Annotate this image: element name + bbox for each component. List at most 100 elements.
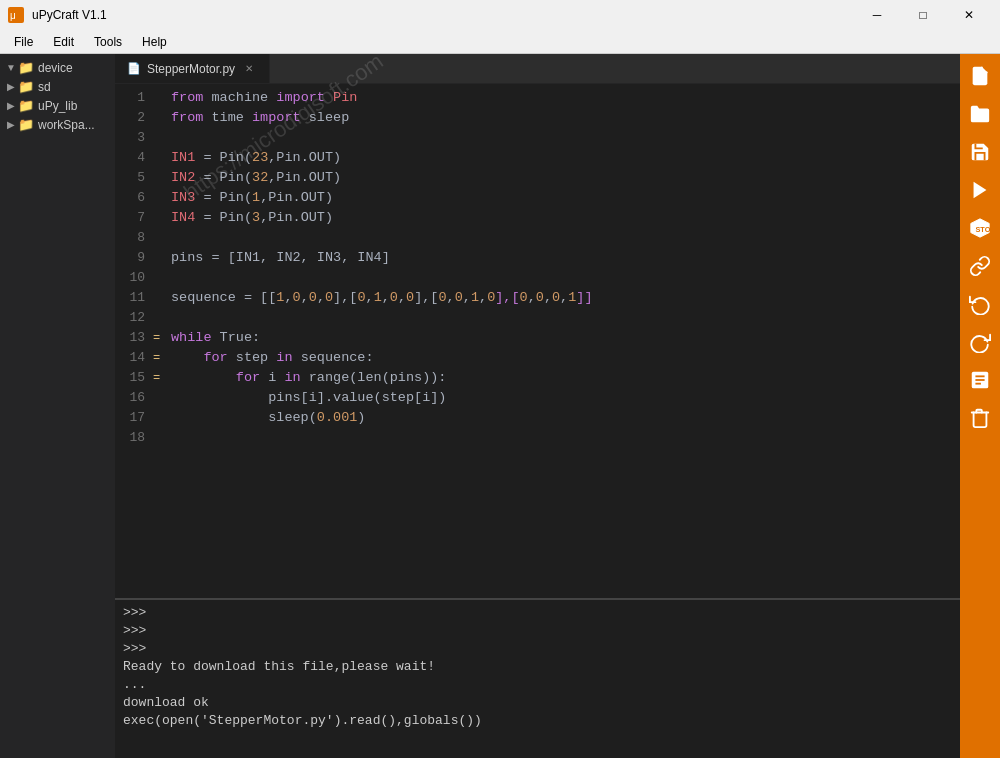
redo-button[interactable] bbox=[962, 324, 998, 360]
line-number: 15 bbox=[115, 368, 153, 388]
line-content: while True: bbox=[167, 328, 260, 348]
delete-button[interactable] bbox=[962, 400, 998, 436]
line-content: for step in sequence: bbox=[167, 348, 374, 368]
line-number: 12 bbox=[115, 308, 153, 328]
terminal-line: ... bbox=[123, 676, 952, 694]
line-content: from time import sleep bbox=[167, 108, 349, 128]
line-indicator: = bbox=[153, 348, 167, 368]
stop-button[interactable]: STOP bbox=[962, 210, 998, 246]
arrow-icon-sd: ▶ bbox=[4, 81, 18, 92]
stop-icon: STOP bbox=[969, 217, 991, 239]
line-content: IN3 = Pin(1,Pin.OUT) bbox=[167, 188, 333, 208]
undo-button[interactable] bbox=[962, 286, 998, 322]
line-number: 7 bbox=[115, 208, 153, 228]
maximize-button[interactable]: □ bbox=[900, 0, 946, 30]
line-number: 8 bbox=[115, 228, 153, 248]
sidebar-item-device[interactable]: ▼ 📁 device bbox=[0, 58, 115, 77]
sidebar-item-sd[interactable]: ▶ 📁 sd bbox=[0, 77, 115, 96]
tab-bar: 📄 StepperMotor.py ✕ bbox=[115, 54, 960, 84]
new-file-icon bbox=[969, 65, 991, 87]
save-file-button[interactable] bbox=[962, 134, 998, 170]
code-line: 9 pins = [IN1, IN2, IN3, IN4] bbox=[115, 248, 960, 268]
folder-icon-upylib: 📁 bbox=[18, 98, 34, 113]
code-line: 2 from time import sleep bbox=[115, 108, 960, 128]
code-line: 18 bbox=[115, 428, 960, 448]
sidebar-item-workspace[interactable]: ▶ 📁 workSpa... bbox=[0, 115, 115, 134]
line-number: 13 bbox=[115, 328, 153, 348]
tab-steppermotor[interactable]: 📄 StepperMotor.py ✕ bbox=[115, 54, 270, 83]
svg-text:STOP: STOP bbox=[975, 225, 991, 234]
menu-help[interactable]: Help bbox=[132, 33, 177, 51]
line-number: 11 bbox=[115, 288, 153, 308]
sidebar-label-workspace: workSpa... bbox=[38, 118, 95, 132]
line-number: 17 bbox=[115, 408, 153, 428]
content-area: https://microdigisoft.com 📄 StepperMotor… bbox=[115, 54, 960, 758]
app-icon: μ bbox=[8, 7, 24, 23]
code-line: 4IN1 = Pin(23,Pin.OUT) bbox=[115, 148, 960, 168]
new-file-button[interactable] bbox=[962, 58, 998, 94]
beautify-button[interactable] bbox=[962, 362, 998, 398]
folder-icon: 📁 bbox=[18, 60, 34, 75]
terminal-line: download ok bbox=[123, 694, 952, 712]
menu-bar: File Edit Tools Help bbox=[0, 30, 1000, 54]
sidebar-label-device: device bbox=[38, 61, 73, 75]
code-line: 10 bbox=[115, 268, 960, 288]
tab-label: StepperMotor.py bbox=[147, 62, 235, 76]
sidebar-label-sd: sd bbox=[38, 80, 51, 94]
line-indicator: = bbox=[153, 328, 167, 348]
line-number: 3 bbox=[115, 128, 153, 148]
menu-edit[interactable]: Edit bbox=[43, 33, 84, 51]
code-line: 12 bbox=[115, 308, 960, 328]
line-content: pins = [IN1, IN2, IN3, IN4] bbox=[167, 248, 390, 268]
line-number: 10 bbox=[115, 268, 153, 288]
line-number: 1 bbox=[115, 88, 153, 108]
arrow-icon-workspace: ▶ bbox=[4, 119, 18, 130]
sidebar: ▼ 📁 device ▶ 📁 sd ▶ 📁 uPy_lib ▶ 📁 workSp… bbox=[0, 54, 115, 758]
terminal[interactable]: >>>>>>>>>Ready to download this file,ple… bbox=[115, 598, 960, 758]
line-indicator: = bbox=[153, 368, 167, 388]
code-line: 3 bbox=[115, 128, 960, 148]
code-line: 11sequence = [[1,0,0,0],[0,1,0,0],[0,0,1… bbox=[115, 288, 960, 308]
menu-file[interactable]: File bbox=[4, 33, 43, 51]
terminal-line: >>> bbox=[123, 640, 952, 658]
open-file-button[interactable] bbox=[962, 96, 998, 132]
tab-close-button[interactable]: ✕ bbox=[241, 61, 257, 77]
line-number: 14 bbox=[115, 348, 153, 368]
code-editor[interactable]: 1from machine import Pin2 from time impor… bbox=[115, 84, 960, 598]
app-title: uPyCraft V1.1 bbox=[32, 8, 846, 22]
line-content: IN2 = Pin(32,Pin.OUT) bbox=[167, 168, 341, 188]
line-content: IN1 = Pin(23,Pin.OUT) bbox=[167, 148, 341, 168]
svg-marker-4 bbox=[974, 182, 987, 199]
close-button[interactable]: ✕ bbox=[946, 0, 992, 30]
main-layout: ▼ 📁 device ▶ 📁 sd ▶ 📁 uPy_lib ▶ 📁 workSp… bbox=[0, 54, 1000, 758]
title-bar: μ uPyCraft V1.1 ─ □ ✕ bbox=[0, 0, 1000, 30]
minimize-button[interactable]: ─ bbox=[854, 0, 900, 30]
run-button[interactable] bbox=[962, 172, 998, 208]
code-line: 7IN4 = Pin(3,Pin.OUT) bbox=[115, 208, 960, 228]
code-line: 8 bbox=[115, 228, 960, 248]
code-line: 5IN2 = Pin(32,Pin.OUT) bbox=[115, 168, 960, 188]
line-number: 2 bbox=[115, 108, 153, 128]
disconnect-button[interactable] bbox=[962, 248, 998, 284]
code-line: 14= for step in sequence: bbox=[115, 348, 960, 368]
line-number: 9 bbox=[115, 248, 153, 268]
code-line: 1from machine import Pin bbox=[115, 88, 960, 108]
line-content: for i in range(len(pins)): bbox=[167, 368, 446, 388]
run-icon bbox=[969, 179, 991, 201]
right-toolbar: STOP bbox=[960, 54, 1000, 758]
arrow-icon: ▼ bbox=[4, 62, 18, 73]
code-line: 17 sleep(0.001) bbox=[115, 408, 960, 428]
menu-tools[interactable]: Tools bbox=[84, 33, 132, 51]
window-controls: ─ □ ✕ bbox=[854, 0, 992, 30]
sidebar-label-upylib: uPy_lib bbox=[38, 99, 77, 113]
code-line: 16 pins[i].value(step[i]) bbox=[115, 388, 960, 408]
open-file-icon bbox=[969, 103, 991, 125]
disconnect-icon bbox=[969, 255, 991, 277]
folder-icon-sd: 📁 bbox=[18, 79, 34, 94]
code-line: 6IN3 = Pin(1,Pin.OUT) bbox=[115, 188, 960, 208]
arrow-icon-upylib: ▶ bbox=[4, 100, 18, 111]
undo-icon bbox=[969, 293, 991, 315]
sidebar-item-upylib[interactable]: ▶ 📁 uPy_lib bbox=[0, 96, 115, 115]
terminal-line: exec(open('StepperMotor.py').read(),glob… bbox=[123, 712, 952, 730]
terminal-line: >>> bbox=[123, 604, 952, 622]
